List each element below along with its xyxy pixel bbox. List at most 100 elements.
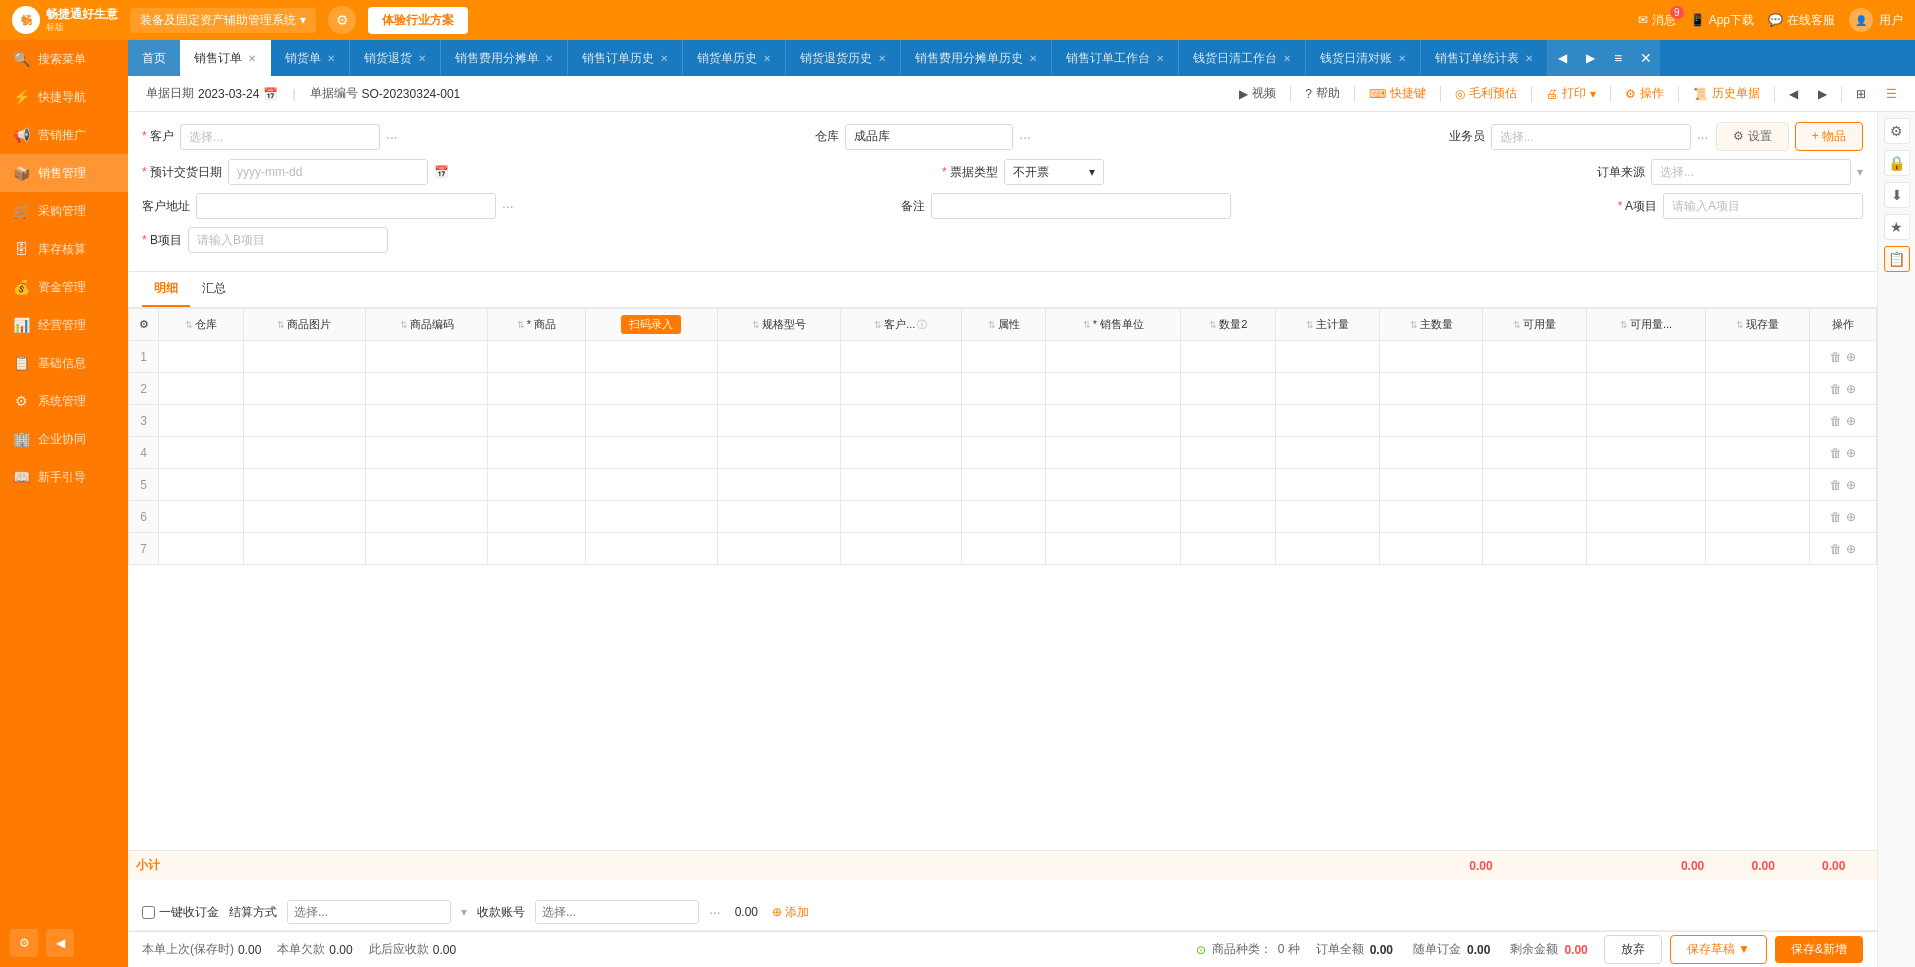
scan-button[interactable]: 扫码录入	[621, 315, 681, 334]
cell-3-main-qty[interactable]	[1379, 405, 1482, 437]
cell-5-attr[interactable]	[961, 469, 1046, 501]
cell-3-avail[interactable]	[1483, 405, 1586, 437]
cell-4-cust-code[interactable]	[840, 437, 961, 469]
warehouse-input[interactable]	[845, 124, 1013, 150]
cell-5-unit[interactable]	[1046, 469, 1181, 501]
cell-3-curr[interactable]	[1706, 405, 1809, 437]
cell-7-curr[interactable]	[1706, 533, 1809, 565]
tab-close-order-workbench[interactable]: ✕	[1156, 53, 1164, 64]
col-header-settings[interactable]: ⚙	[129, 309, 159, 341]
copy-icon-7[interactable]: ⊕	[1846, 542, 1856, 556]
cell-7-image[interactable]	[243, 533, 365, 565]
cell-7-scan[interactable]	[585, 533, 718, 565]
col-header-product[interactable]: ⇅* 商品	[488, 309, 585, 341]
prev-record-btn[interactable]: ◀	[1783, 84, 1804, 104]
sidebar-item-basic-info[interactable]: 📋 基础信息	[0, 344, 128, 382]
cell-6-unit[interactable]	[1046, 501, 1181, 533]
industry-button[interactable]: 体验行业方案	[368, 7, 468, 34]
cell-1-unit[interactable]	[1046, 341, 1181, 373]
delete-icon-4[interactable]: 🗑	[1830, 446, 1842, 460]
col-header-code[interactable]: ⇅商品编码	[365, 309, 487, 341]
copy-icon-3[interactable]: ⊕	[1846, 414, 1856, 428]
invoice-select[interactable]: 不开票 ▾	[1004, 159, 1104, 185]
cell-3-image[interactable]	[243, 405, 365, 437]
delete-icon-7[interactable]: 🗑	[1830, 542, 1842, 556]
save-draft-button[interactable]: 保存草稿 ▼	[1670, 935, 1767, 964]
cell-2-image[interactable]	[243, 373, 365, 405]
sidebar-item-quick-nav[interactable]: ⚡ 快捷导航	[0, 78, 128, 116]
cell-6-curr[interactable]	[1706, 501, 1809, 533]
profit-btn[interactable]: ◎ 毛利预估	[1449, 82, 1523, 105]
cell-6-image[interactable]	[243, 501, 365, 533]
copy-icon-1[interactable]: ⊕	[1846, 350, 1856, 364]
user-area[interactable]: 👤 用户	[1849, 8, 1903, 32]
side-btn-star[interactable]: ★	[1884, 214, 1910, 240]
sidebar-item-inventory[interactable]: 🗄 库存核算	[0, 230, 128, 268]
add-item-btn[interactable]: + 物品	[1795, 122, 1863, 151]
settings-top-btn[interactable]: ⚙ 设置	[1716, 122, 1788, 151]
cell-4-curr[interactable]	[1706, 437, 1809, 469]
sidebar-item-purchase[interactable]: 🛒 采购管理	[0, 192, 128, 230]
tab-nav-right[interactable]: ▶	[1576, 40, 1604, 76]
sidebar-item-enterprise[interactable]: 🏢 企业协同	[0, 420, 128, 458]
cell-4-avail[interactable]	[1483, 437, 1586, 469]
tab-summary[interactable]: 汇总	[190, 272, 238, 307]
project-b-input[interactable]	[188, 227, 388, 253]
cell-5-scan[interactable]	[585, 469, 718, 501]
cell-5-curr[interactable]	[1706, 469, 1809, 501]
cell-4-attr[interactable]	[961, 437, 1046, 469]
cell-6-avail[interactable]	[1483, 501, 1586, 533]
tab-goods-history[interactable]: 销货单历史 ✕	[683, 40, 786, 76]
history-btn[interactable]: 📜 历史单据	[1687, 82, 1766, 105]
cell-5-cust-code[interactable]	[840, 469, 961, 501]
cell-1-qty2[interactable]	[1181, 341, 1276, 373]
cell-5-product[interactable]	[488, 469, 585, 501]
side-btn-lock[interactable]: 🔒	[1884, 150, 1910, 176]
cell-3-cust-code[interactable]	[840, 405, 961, 437]
cell-7-attr[interactable]	[961, 533, 1046, 565]
cell-1-main-qty[interactable]	[1379, 341, 1482, 373]
cell-6-code[interactable]	[365, 501, 487, 533]
col-header-warehouse[interactable]: ⇅仓库	[159, 309, 244, 341]
tab-close-sales-goods[interactable]: ✕	[327, 53, 335, 64]
one-click-checkbox[interactable]	[142, 906, 155, 919]
tab-close-return-history[interactable]: ✕	[878, 53, 886, 64]
cell-2-curr[interactable]	[1706, 373, 1809, 405]
tab-close-expense-history[interactable]: ✕	[1029, 53, 1037, 64]
sidebar-collapse-btn[interactable]: ◀	[46, 929, 74, 957]
payment-method-input[interactable]	[287, 900, 451, 924]
address-dots-btn[interactable]: ···	[502, 198, 514, 214]
delete-icon-5[interactable]: 🗑	[1830, 478, 1842, 492]
cell-4-spec[interactable]	[718, 437, 840, 469]
cell-1-curr[interactable]	[1706, 341, 1809, 373]
col-header-image[interactable]: ⇅商品图片	[243, 309, 365, 341]
cell-2-unit[interactable]	[1046, 373, 1181, 405]
delete-icon-6[interactable]: 🗑	[1830, 510, 1842, 524]
cell-3-avail2[interactable]	[1586, 405, 1705, 437]
tab-home[interactable]: 首页	[128, 40, 180, 76]
cell-3-warehouse[interactable]	[159, 405, 244, 437]
cell-7-spec[interactable]	[718, 533, 840, 565]
tab-sales-history[interactable]: 销售订单历史 ✕	[568, 40, 683, 76]
cell-7-avail2[interactable]	[1586, 533, 1705, 565]
cell-7-warehouse[interactable]	[159, 533, 244, 565]
cell-6-cust-code[interactable]	[840, 501, 961, 533]
cell-1-product[interactable]	[488, 341, 585, 373]
save-new-button[interactable]: 保存&新增	[1775, 936, 1863, 963]
add-payment-btn[interactable]: ⊕ 添加	[772, 904, 809, 921]
table-scrollbar[interactable]	[128, 880, 1877, 894]
operations-btn[interactable]: ⚙ 操作	[1619, 82, 1670, 105]
cell-2-code[interactable]	[365, 373, 487, 405]
cell-1-main-unit[interactable]	[1276, 341, 1379, 373]
cell-2-spec[interactable]	[718, 373, 840, 405]
side-btn-download[interactable]: ⬇	[1884, 182, 1910, 208]
cell-7-code[interactable]	[365, 533, 487, 565]
sidebar-item-system[interactable]: ⚙ 系统管理	[0, 382, 128, 420]
cell-2-attr[interactable]	[961, 373, 1046, 405]
side-btn-clipboard[interactable]: 📋	[1884, 246, 1910, 272]
cell-6-product[interactable]	[488, 501, 585, 533]
cell-6-attr[interactable]	[961, 501, 1046, 533]
cell-5-code[interactable]	[365, 469, 487, 501]
message-icon-area[interactable]: ✉ 消息 9	[1638, 12, 1676, 29]
col-header-available[interactable]: ⇅可用量	[1483, 309, 1586, 341]
